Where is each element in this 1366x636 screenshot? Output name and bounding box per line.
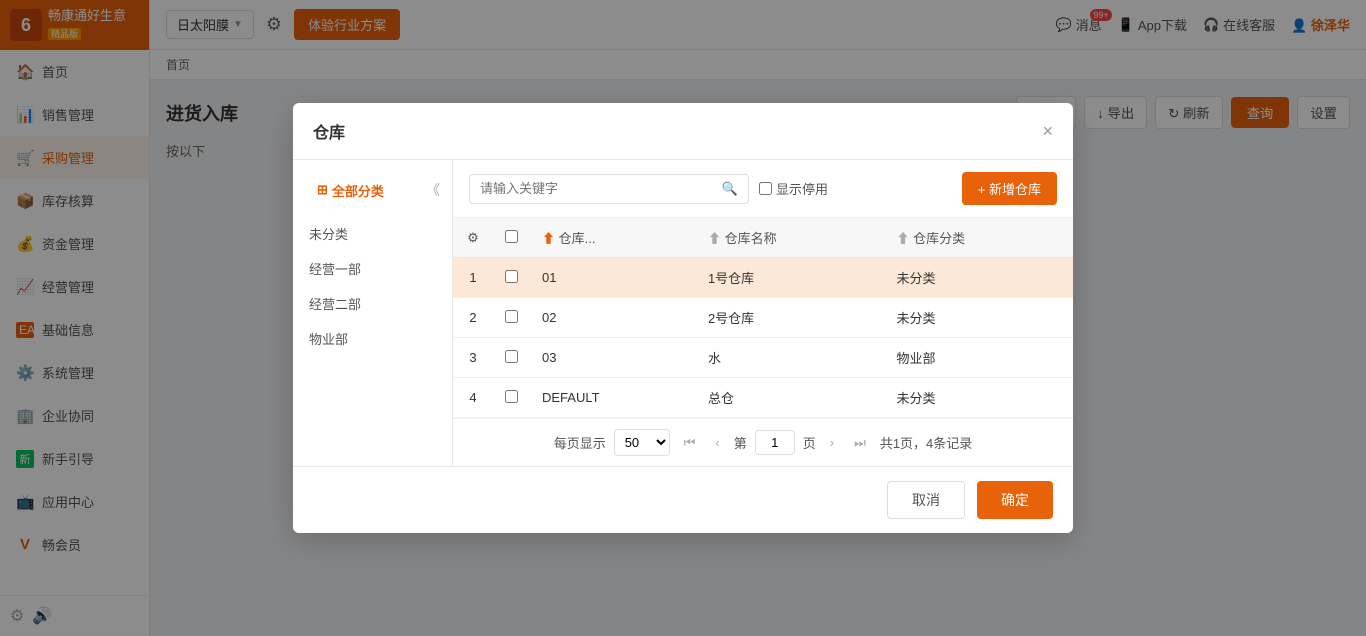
col-name: ⬆ 仓库名称 <box>696 218 885 258</box>
modal-sidebar: ⊞ 全部分类 《 未分类 经营一部 经营二部 物业部 <box>293 160 453 466</box>
row-category: 物业部 <box>884 338 1073 378</box>
modal-sidebar-item-ops2[interactable]: 经营二部 <box>293 286 452 321</box>
table-row[interactable]: 4 DEFAULT 总仓 未分类 <box>453 378 1073 418</box>
pagination: 每页显示 50 10 20 100 ⏮ ‹ 第 1 页 › ⏭ 共1页，4条记录 <box>453 418 1073 466</box>
row-name: 总仓 <box>696 378 885 418</box>
row-code: 03 <box>530 338 696 378</box>
page-size-select[interactable]: 50 10 20 100 <box>614 429 670 456</box>
total-info: 共1页，4条记录 <box>880 433 972 452</box>
modal-table-wrap: ⚙ ⬆ 仓库... ⬆ 仓库名称 <box>453 218 1073 418</box>
confirm-button[interactable]: 确定 <box>977 481 1053 519</box>
page-unit: 页 <box>803 433 816 452</box>
row-name: 1号仓库 <box>696 258 885 298</box>
modal-overlay: 仓库 × ⊞ 全部分类 《 未分类 经营一部 <box>0 0 1366 636</box>
page-label: 第 <box>734 433 747 452</box>
row-code: DEFAULT <box>530 378 696 418</box>
row-category: 未分类 <box>884 378 1073 418</box>
row-index: 4 <box>453 378 493 418</box>
modal-sidebar-all[interactable]: ⊞ 全部分类 <box>301 173 400 208</box>
show-disabled-checkbox[interactable] <box>759 182 772 195</box>
row-category: 未分类 <box>884 298 1073 338</box>
modal-title: 仓库 <box>313 119 345 143</box>
row-check <box>493 298 530 338</box>
row-index: 2 <box>453 298 493 338</box>
row-name: 2号仓库 <box>696 298 885 338</box>
table-row[interactable]: 3 03 水 物业部 <box>453 338 1073 378</box>
modal-sidebar-collapse-button[interactable]: 《 <box>422 172 444 208</box>
row-code: 01 <box>530 258 696 298</box>
next-page-button[interactable]: › <box>824 433 840 452</box>
modal-sidebar-item-uncategorized[interactable]: 未分类 <box>293 216 452 251</box>
table-row[interactable]: 2 02 2号仓库 未分类 <box>453 298 1073 338</box>
warehouse-modal: 仓库 × ⊞ 全部分类 《 未分类 经营一部 <box>293 103 1073 533</box>
row-code: 02 <box>530 298 696 338</box>
table-row[interactable]: 1 01 1号仓库 未分类 <box>453 258 1073 298</box>
row-checkbox[interactable] <box>505 270 518 283</box>
prev-page-button[interactable]: ‹ <box>709 433 725 452</box>
row-index: 1 <box>453 258 493 298</box>
warehouse-table: ⚙ ⬆ 仓库... ⬆ 仓库名称 <box>453 218 1073 418</box>
modal-header: 仓库 × <box>293 103 1073 160</box>
cancel-button[interactable]: 取消 <box>887 481 965 519</box>
page-input[interactable]: 1 <box>755 430 795 455</box>
page-size-label: 每页显示 <box>554 433 606 452</box>
add-warehouse-button[interactable]: + 新增仓库 <box>962 172 1057 205</box>
search-icon[interactable]: 🔍 <box>712 175 748 203</box>
row-check <box>493 378 530 418</box>
row-name: 水 <box>696 338 885 378</box>
show-disabled-label[interactable]: 显示停用 <box>759 179 828 198</box>
modal-toolbar: 🔍 显示停用 + 新增仓库 <box>453 160 1073 218</box>
modal-body: ⊞ 全部分类 《 未分类 经营一部 经营二部 物业部 <box>293 160 1073 466</box>
grid-icon: ⊞ <box>317 182 328 198</box>
col-gear: ⚙ <box>453 218 493 258</box>
sort-icon: ⬆ <box>542 231 555 246</box>
modal-close-button[interactable]: × <box>1042 121 1053 142</box>
row-checkbox[interactable] <box>505 350 518 363</box>
col-code: ⬆ 仓库... <box>530 218 696 258</box>
row-category: 未分类 <box>884 258 1073 298</box>
modal-sidebar-item-ops1[interactable]: 经营一部 <box>293 251 452 286</box>
modal-footer: 取消 确定 <box>293 466 1073 533</box>
col-category: ⬆ 仓库分类 <box>884 218 1073 258</box>
row-checkbox[interactable] <box>505 390 518 403</box>
row-checkbox[interactable] <box>505 310 518 323</box>
last-page-button[interactable]: ⏭ <box>848 433 872 453</box>
row-index: 3 <box>453 338 493 378</box>
modal-content: 🔍 显示停用 + 新增仓库 ⚙ <box>453 160 1073 466</box>
modal-sidebar-item-property[interactable]: 物业部 <box>293 321 452 356</box>
row-check <box>493 258 530 298</box>
col-check <box>493 218 530 258</box>
search-input[interactable] <box>470 175 712 202</box>
row-check <box>493 338 530 378</box>
sort-icon3: ⬆ <box>896 231 909 246</box>
select-all-checkbox[interactable] <box>505 230 518 243</box>
sort-icon2: ⬆ <box>708 231 721 246</box>
search-wrap: 🔍 <box>469 174 749 204</box>
first-page-button[interactable]: ⏮ <box>678 433 702 453</box>
